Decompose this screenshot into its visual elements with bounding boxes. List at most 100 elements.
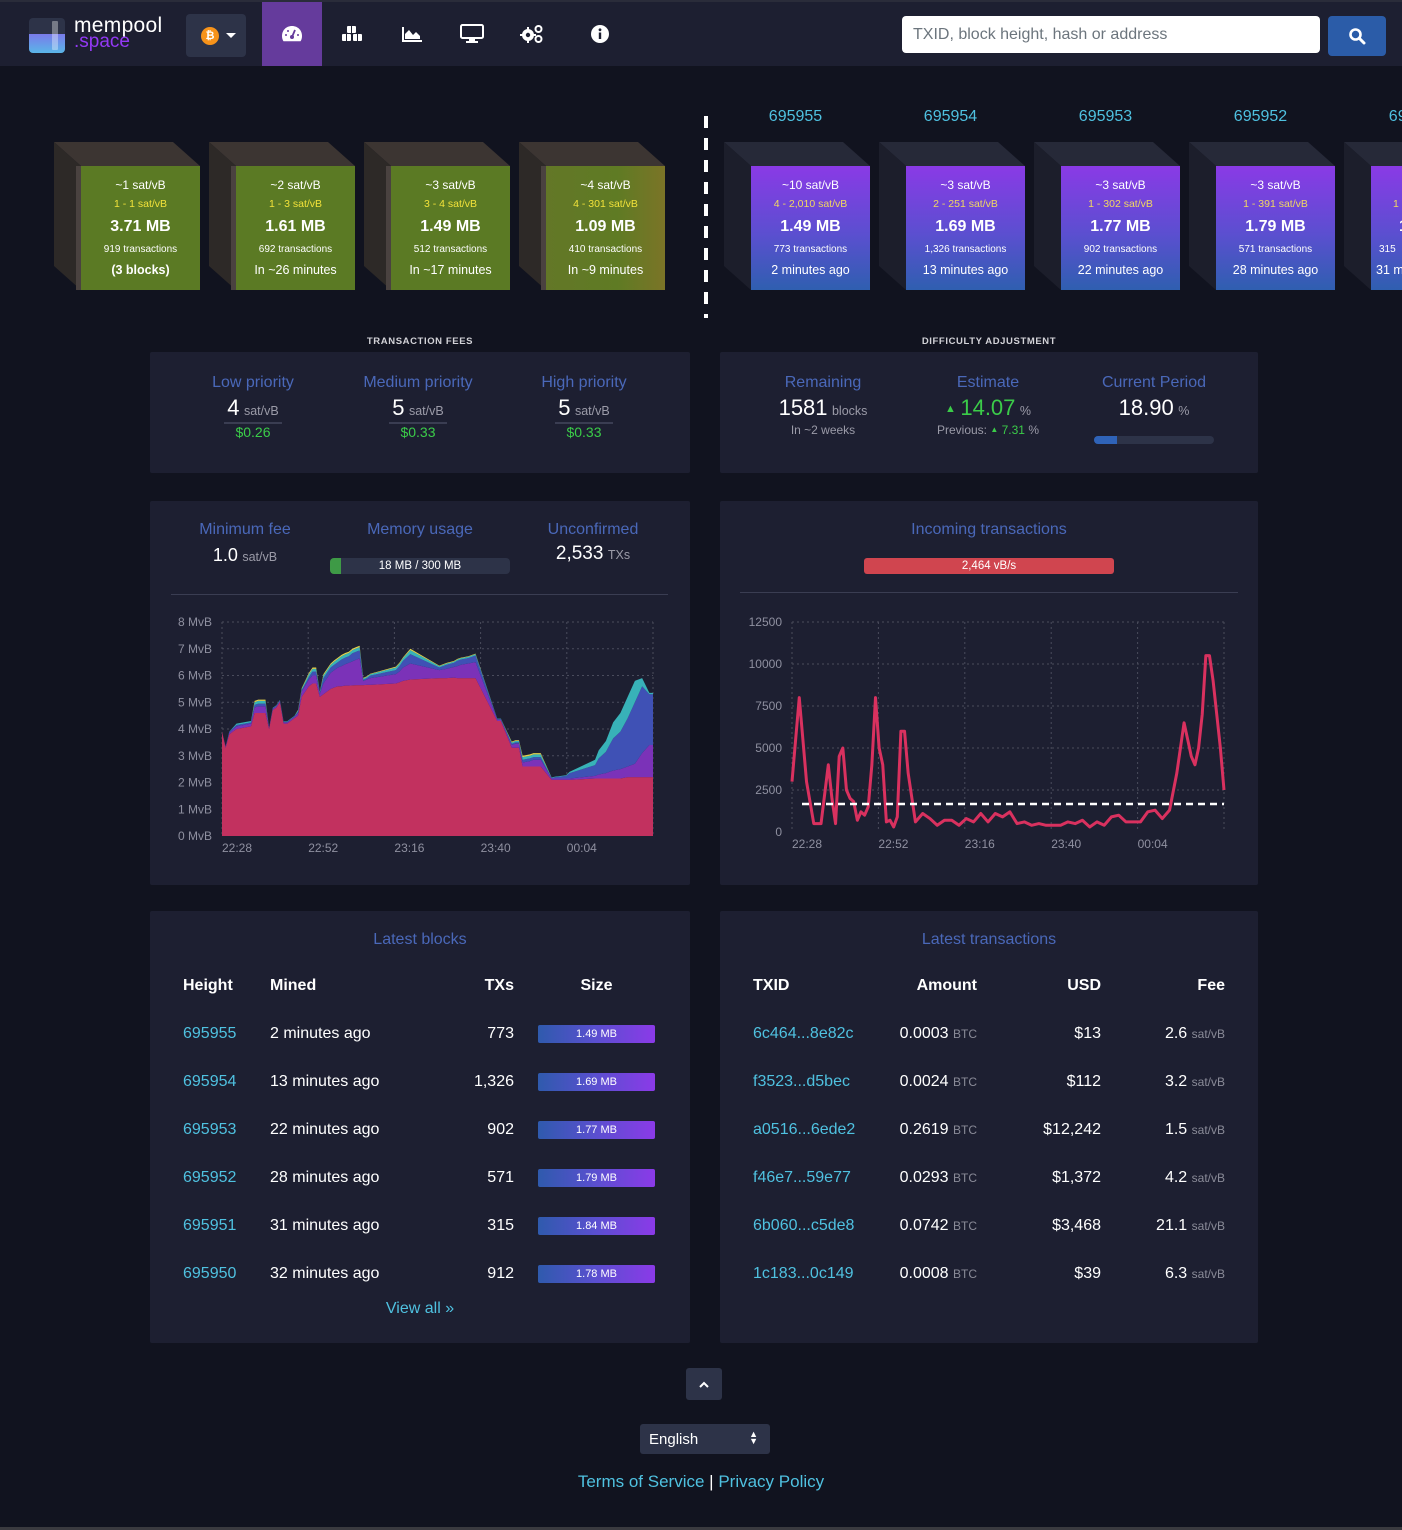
nav-graphs[interactable]: [382, 2, 442, 66]
mempool-x-tick: 23:40: [481, 841, 511, 855]
incoming-rate-bar: 2,464 vB/s: [864, 558, 1114, 574]
privacy-policy-link[interactable]: Privacy Policy: [718, 1472, 824, 1491]
block-size-bar: 1.79 MB: [538, 1168, 655, 1187]
txid-link[interactable]: f3523...d5bec: [753, 1073, 850, 1090]
search-button[interactable]: [1328, 16, 1386, 56]
block-time: 22 minutes ago: [1077, 263, 1164, 277]
txid-link[interactable]: 6b060...c5de8: [753, 1217, 854, 1234]
network-selector[interactable]: ₿: [186, 14, 246, 57]
block-height-link[interactable]: 695952: [1201, 108, 1320, 126]
block-tx-count: 315: [1379, 244, 1396, 255]
language-select[interactable]: English ▲ ▼: [640, 1424, 770, 1454]
fee-low: Low priority 4 sat/vB $0.26: [178, 374, 328, 440]
block-height-link[interactable]: 695955: [183, 1025, 236, 1042]
block-tx-count: 512 transactions: [413, 244, 488, 255]
nav-blocks[interactable]: [322, 2, 382, 66]
txid-link[interactable]: 6c464...8e82c: [753, 1025, 854, 1042]
block-time: 13 minutes ago: [922, 263, 1009, 277]
previous-unit: %: [1028, 423, 1039, 437]
fee-medium-value: 5: [392, 395, 405, 420]
incoming-divider: [740, 592, 1238, 593]
search-input[interactable]: [902, 16, 1320, 53]
tx-usd: $1,372: [1052, 1169, 1101, 1186]
unconfirmed-value: 2,533: [555, 543, 604, 564]
mempool-logo[interactable]: mempool .space: [29, 14, 179, 55]
block-height-link[interactable]: 695953: [183, 1121, 236, 1138]
mined-block[interactable]: ~1 -131531 m: [1344, 142, 1402, 290]
table-header-row: TXID Amount USD Fee: [753, 962, 1225, 1010]
block-mined-time: 13 minutes ago: [270, 1073, 380, 1090]
table-row: 695954 13 minutes ago 1,326 1.69 MB: [183, 1058, 655, 1106]
block-height-link[interactable]: 695954: [891, 108, 1010, 126]
block-eta: In ~17 minutes: [409, 263, 492, 277]
nav-dashboard[interactable]: [262, 2, 322, 66]
block-height-link[interactable]: 695955: [736, 108, 855, 126]
min-fee-value: 1.0: [212, 545, 238, 565]
mined-block[interactable]: ~3 sat/vB 1 - 302 sat/vB 1.77 MB 902 transa…: [1034, 142, 1180, 290]
incoming-tx-chart[interactable]: 0 2500 5000 7500 10000 12500 22:28 22:52 23:16 23…: [720, 606, 1258, 876]
view-all-blocks-link[interactable]: View all »: [150, 1300, 690, 1318]
tx-fee: 6.3: [1164, 1265, 1188, 1282]
mempool-block[interactable]: ~1 sat/vB 1 - 1 sat/vB 3.71 MB 919 transact…: [54, 142, 200, 290]
mined-block[interactable]: ~3 sat/vB 1 - 391 sat/vB 1.79 MB 571 transa…: [1189, 142, 1335, 290]
latest-transactions-title: Latest transactions: [921, 931, 1057, 948]
block-mined-time: 2 minutes ago: [270, 1025, 371, 1042]
block-size-bar: 1.78 MB: [538, 1264, 655, 1283]
block-median-fee: ~10 sat/vB: [781, 178, 840, 192]
block-tx-count: 919 transactions: [103, 244, 178, 255]
fee-high-fiat: $0.33: [566, 424, 602, 440]
block-height-link[interactable]: 695951: [183, 1217, 236, 1234]
mempool-block[interactable]: ~3 sat/vB 3 - 4 sat/vB 1.49 MB 512 transact…: [364, 142, 510, 290]
tx-amount: 0.0024: [899, 1073, 949, 1090]
nav-api[interactable]: [502, 2, 562, 66]
terms-of-service-link[interactable]: Terms of Service: [578, 1472, 705, 1491]
block-height-link[interactable]: 695954: [183, 1073, 236, 1090]
previous-label: Previous:: [936, 423, 988, 437]
search-icon: [1349, 28, 1366, 45]
table-row: 695953 22 minutes ago 902 1.77 MB: [183, 1106, 655, 1154]
tx-usd: $3,468: [1052, 1217, 1101, 1234]
col-txs: TXs: [484, 977, 514, 994]
fee-medium-fiat: $0.33: [400, 424, 436, 440]
mined-block[interactable]: ~10 sat/vB 4 - 2,010 sat/vB 1.49 MB 773 tra…: [724, 142, 870, 290]
block-tx-count: 315: [487, 1217, 514, 1234]
block-fee-range: 1 - 3 sat/vB: [268, 198, 323, 210]
txid-link[interactable]: 1c183...0c149: [753, 1265, 854, 1282]
mined-block[interactable]: ~3 sat/vB 2 - 251 sat/vB 1.69 MB 1,326 tran…: [879, 142, 1025, 290]
tx-amount-unit: BTC: [953, 1171, 977, 1185]
mempool-size-chart[interactable]: 0 MvB 1 MvB 2 MvB 3 MvB 4 MvB 5 MvB 6 MvB 7 MvB…: [150, 606, 690, 876]
block-height-link[interactable]: 695950: [183, 1265, 236, 1282]
block-height-link[interactable]: 695951: [1356, 108, 1402, 126]
memory-usage-text: 18 MB / 300 MB: [378, 560, 462, 572]
block-fee-range: 1 - 302 sat/vB: [1088, 198, 1153, 210]
estimate-label: Estimate: [956, 374, 1020, 391]
block-fee-range: 4 - 2,010 sat/vB: [773, 198, 848, 210]
fee-low-label: Low priority: [212, 374, 294, 391]
block-fee-range: 1 - 391 sat/vB: [1243, 198, 1308, 210]
tx-amount-unit: BTC: [953, 1027, 977, 1041]
info-icon: [591, 25, 609, 43]
txid-link[interactable]: f46e7...59e77: [753, 1169, 851, 1186]
block-face: ~1 sat/vB 1 - 1 sat/vB 3.71 MB 919 transact…: [81, 166, 200, 290]
mempool-x-tick: 22:52: [308, 841, 338, 855]
fee-high-value: 5: [558, 395, 571, 420]
mempool-x-tick: 23:16: [394, 841, 424, 855]
txid-link[interactable]: a0516...6ede2: [753, 1121, 855, 1138]
mempool-block[interactable]: ~4 sat/vB 4 - 301 sat/vB 1.09 MB 410 transa…: [519, 142, 665, 290]
block-size-bar: 1.69 MB: [538, 1072, 655, 1091]
unconfirmed-unit: TXs: [607, 548, 631, 562]
block-height-link[interactable]: 695952: [183, 1169, 236, 1186]
block-height-link[interactable]: 695953: [1046, 108, 1165, 126]
block-mined-time: 31 minutes ago: [270, 1217, 380, 1234]
block-size-bar: 1.77 MB: [538, 1120, 655, 1139]
mempool-y-tick: 5 MvB: [178, 695, 212, 709]
nav-tv[interactable]: [442, 2, 502, 66]
mempool-block[interactable]: ~2 sat/vB 1 - 3 sat/vB 1.61 MB 692 transact…: [209, 142, 355, 290]
nav-about[interactable]: [570, 2, 630, 66]
incoming-y-tick: 2500: [755, 783, 782, 797]
previous-value: 7.31: [1001, 423, 1025, 437]
transaction-fees-card: Low priority 4 sat/vB $0.26 Medium prior…: [150, 352, 690, 473]
scroll-top-button[interactable]: [686, 1368, 722, 1400]
mempool-area-series-0: [222, 677, 653, 836]
incoming-x-tick: 00:04: [1138, 837, 1168, 851]
